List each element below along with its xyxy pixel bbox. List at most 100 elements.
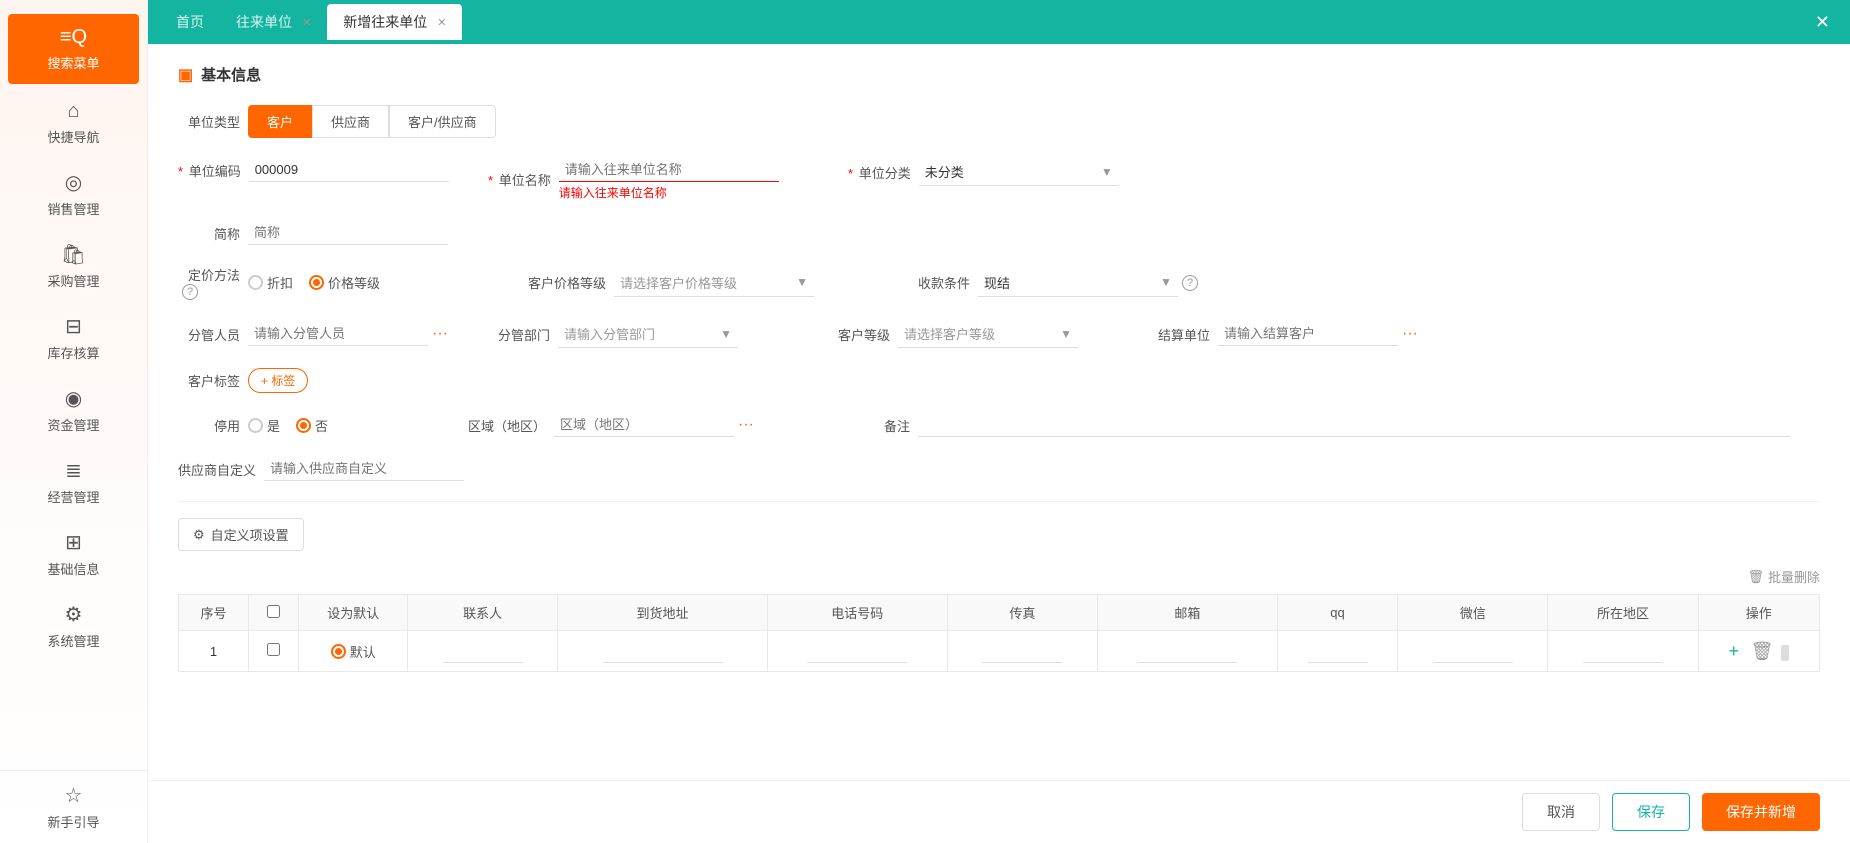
payment-terms-label: 收款条件 <box>908 273 978 292</box>
supplier-custom-group: 供应商自定义 <box>178 457 478 481</box>
row-wechat-input[interactable] <box>1433 639 1513 663</box>
department-placeholder: 请输入分管部门 <box>564 324 655 343</box>
payment-terms-help-icon[interactable]: ? <box>1182 275 1198 291</box>
pricing-radio-level[interactable]: 价格等级 <box>309 273 380 292</box>
sidebar-item-sales[interactable]: ◎ 销售管理 <box>0 158 147 230</box>
tab-home-label: 首页 <box>176 12 204 32</box>
add-tag-button[interactable]: + 标签 <box>248 368 308 393</box>
tab-partners-label: 往来单位 <box>236 12 292 32</box>
tab-home[interactable]: 首页 <box>160 4 220 40</box>
tab-add-partner-close[interactable]: ✕ <box>437 16 446 29</box>
sidebar-item-search[interactable]: ≡Q 搜索菜单 <box>8 14 139 84</box>
manager-input[interactable] <box>248 322 428 346</box>
area-input[interactable] <box>554 413 734 437</box>
row-select-checkbox[interactable] <box>267 643 280 656</box>
manager-row: 分管人员 ··· 分管部门 请输入分管部门 ▼ 客户等级 请选择客户等级 ▼ <box>178 320 1820 348</box>
guide-icon: ☆ <box>65 783 83 808</box>
th-default: 设为默认 <box>299 595 408 631</box>
th-wechat: 微信 <box>1398 595 1548 631</box>
unit-name-input[interactable] <box>559 158 779 182</box>
customer-price-level-label: 客户价格等级 <box>528 273 614 292</box>
close-all-tabs-button[interactable]: ✕ <box>1807 8 1838 37</box>
row-default-radio-circle <box>331 644 346 659</box>
department-select[interactable]: 请输入分管部门 ▼ <box>558 320 738 348</box>
disabled-radio-group: 是 否 <box>248 416 328 435</box>
row-phone-input[interactable] <box>807 639 907 663</box>
unit-code-input[interactable] <box>249 158 449 182</box>
inventory-icon: ⊟ <box>65 314 82 339</box>
disabled-yes[interactable]: 是 <box>248 416 280 435</box>
row-fax-input[interactable] <box>982 639 1062 663</box>
batch-delete-button[interactable]: 🗑 批量删除 <box>1747 567 1820 586</box>
section-header: ▣ 基本信息 <box>178 64 1820 85</box>
tab-partners[interactable]: 往来单位 ✕ <box>220 4 327 40</box>
row-area-input[interactable] <box>1583 639 1663 663</box>
disabled-no[interactable]: 否 <box>296 416 328 435</box>
area-more-button[interactable]: ··· <box>738 416 754 434</box>
select-all-checkbox[interactable] <box>267 605 280 618</box>
customer-level-select[interactable]: 请选择客户等级 ▼ <box>898 320 1078 348</box>
payment-terms-group: 收款条件 现结 ▼ ? <box>908 269 1198 297</box>
sidebar-item-inventory[interactable]: ⊟ 库存核算 <box>0 302 147 374</box>
table-row: 1 默认 <box>179 631 1820 672</box>
save-button[interactable]: 保存 <box>1612 793 1690 831</box>
tab-partners-close[interactable]: ✕ <box>302 16 311 29</box>
row-qq-input[interactable] <box>1308 639 1368 663</box>
cancel-button[interactable]: 取消 <box>1522 793 1600 831</box>
manager-group: 分管人员 ··· <box>178 322 458 346</box>
row-area <box>1548 631 1698 672</box>
table-actions: 🗑 批量删除 <box>178 567 1820 586</box>
manager-label: 分管人员 <box>178 325 248 344</box>
pricing-radio-discount[interactable]: 折扣 <box>248 273 293 292</box>
type-btn-customer[interactable]: 客户 <box>248 105 312 138</box>
abbreviation-label: 简称 <box>178 224 248 243</box>
sidebar-item-purchase[interactable]: 🛍 采购管理 <box>0 230 147 302</box>
section-title: 基本信息 <box>201 64 261 85</box>
customer-price-level-group: 客户价格等级 请选择客户价格等级 ▼ <box>528 269 848 297</box>
sidebar-operation-label: 经营管理 <box>47 487 99 506</box>
notes-input[interactable] <box>918 413 1790 437</box>
section-divider <box>178 501 1820 502</box>
customer-tag-label: 客户标签 <box>178 371 248 390</box>
row-contact-input[interactable] <box>443 639 523 663</box>
pricing-row: 定价方法 ? 折扣 价格等级 <box>178 265 1820 300</box>
th-qq: qq <box>1277 595 1397 631</box>
row-drag-handle[interactable] <box>1781 645 1789 661</box>
purchase-icon: 🛍 <box>61 242 86 267</box>
th-area: 所在地区 <box>1548 595 1698 631</box>
save-and-new-button[interactable]: 保存并新增 <box>1702 793 1820 831</box>
unit-name-input-wrapper: 请输入往来单位名称 <box>559 158 779 201</box>
unit-category-label: * 单位分类 <box>848 163 919 182</box>
sidebar-system-label: 系统管理 <box>47 631 99 650</box>
custom-settings-button[interactable]: ⚙ 自定义项设置 <box>178 518 304 551</box>
row-delete-button[interactable]: 🗑 <box>1751 641 1774 661</box>
supplier-custom-input[interactable] <box>264 457 464 481</box>
abbreviation-group: 简称 <box>178 221 458 245</box>
pricing-help-icon[interactable]: ? <box>182 284 198 300</box>
disabled-area-row: 停用 是 否 区域（地区） <box>178 413 1820 437</box>
tab-add-partner[interactable]: 新增往来单位 ✕ <box>327 4 462 40</box>
row-default-radio[interactable]: 默认 <box>309 642 397 661</box>
settlement-unit-input[interactable] <box>1218 322 1398 346</box>
sidebar-item-quicknav[interactable]: ⌂ 快捷导航 <box>0 88 147 158</box>
row-add-button[interactable]: + <box>1728 641 1739 661</box>
row-address-input[interactable] <box>603 639 723 663</box>
unit-category-group: * 单位分类 未分类 ▼ <box>848 158 1119 186</box>
sidebar-item-operation[interactable]: ≣ 经营管理 <box>0 446 147 518</box>
unit-category-select[interactable]: 未分类 ▼ <box>919 158 1119 186</box>
sidebar-item-system[interactable]: ⚙ 系统管理 <box>0 590 147 662</box>
abbreviation-input[interactable] <box>248 221 448 245</box>
type-btn-both[interactable]: 客户/供应商 <box>389 105 496 138</box>
tab-bar: 首页 往来单位 ✕ 新增往来单位 ✕ ✕ <box>148 0 1850 44</box>
settlement-unit-more-button[interactable]: ··· <box>1402 325 1418 343</box>
sidebar-item-guide[interactable]: ☆ 新手引导 <box>0 770 147 843</box>
sidebar-item-basic[interactable]: ⊞ 基础信息 <box>0 518 147 590</box>
sales-icon: ◎ <box>65 170 82 195</box>
type-btn-supplier[interactable]: 供应商 <box>312 105 389 138</box>
pricing-radio-group: 折扣 价格等级 <box>248 273 380 292</box>
customer-price-level-select[interactable]: 请选择客户价格等级 ▼ <box>614 269 814 297</box>
payment-terms-select[interactable]: 现结 ▼ <box>978 269 1178 297</box>
sidebar-item-finance[interactable]: ◉ 资金管理 <box>0 374 147 446</box>
row-email-input[interactable] <box>1137 639 1237 663</box>
manager-more-button[interactable]: ··· <box>432 325 448 343</box>
